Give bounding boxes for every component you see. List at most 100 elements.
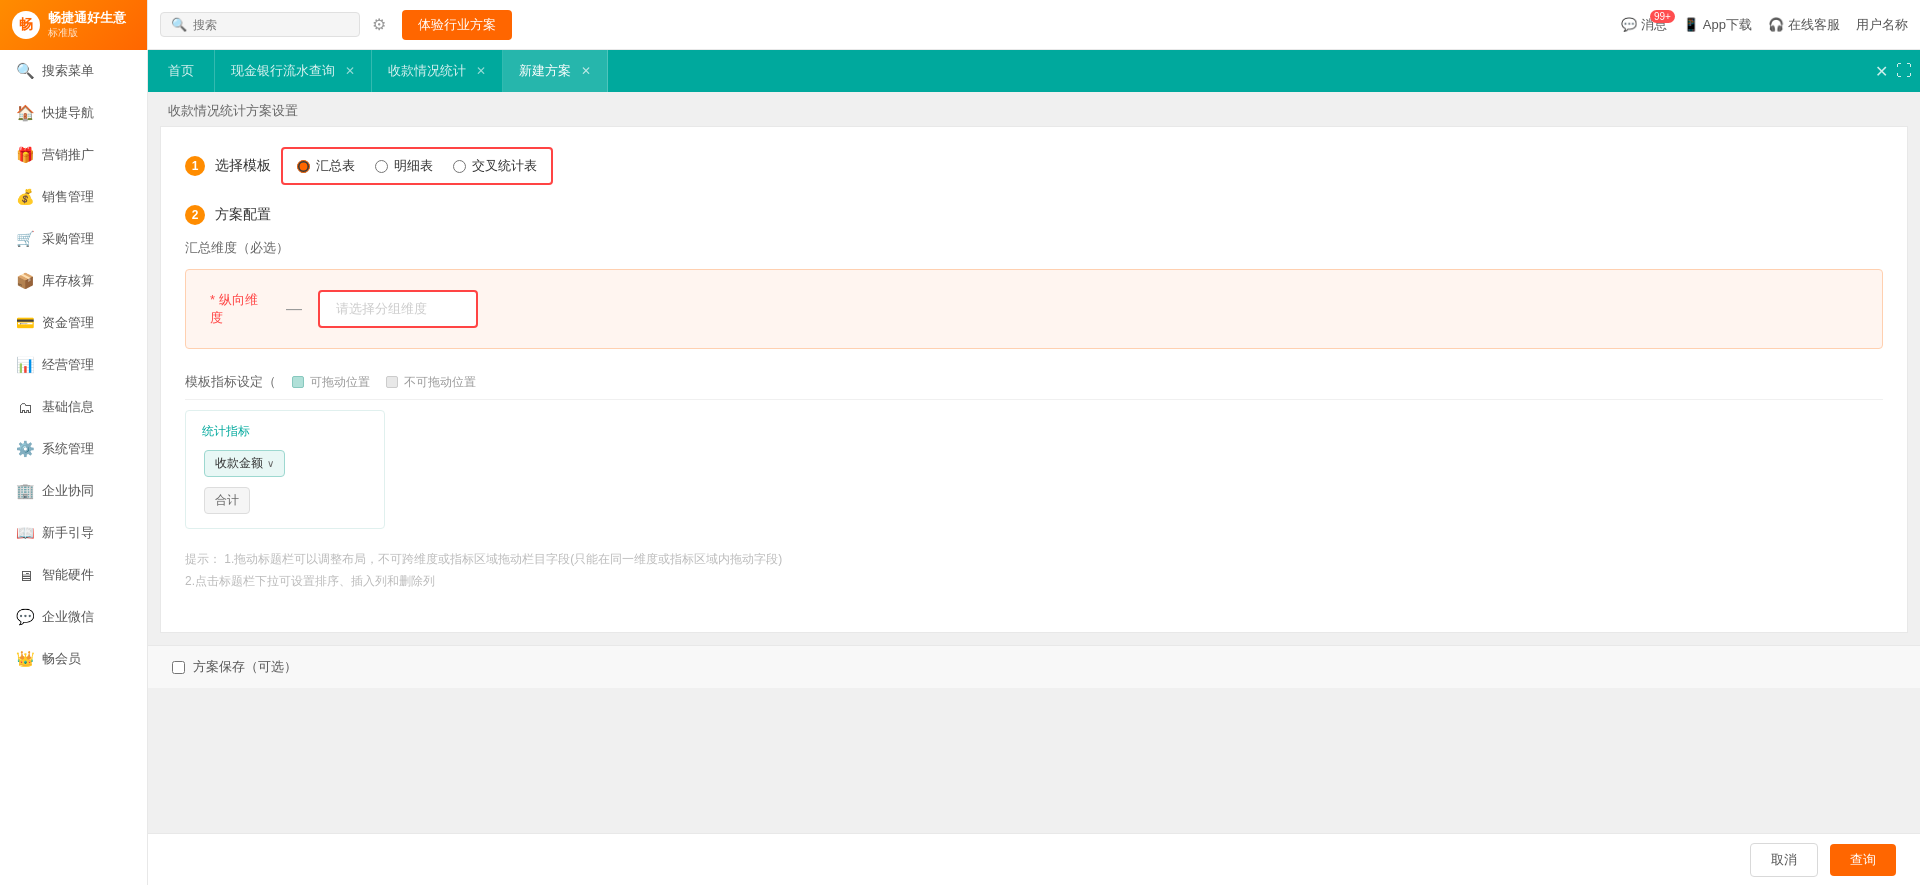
marketing-icon: 🎁 xyxy=(16,146,34,164)
logo-icon: 畅 xyxy=(12,11,40,39)
inventory-icon: 📦 xyxy=(16,272,34,290)
finance-icon: 💳 xyxy=(16,314,34,332)
app-download-button[interactable]: 📱 App下载 xyxy=(1683,16,1752,34)
search-icon: 🔍 xyxy=(171,17,187,32)
tab-collection-stats-close[interactable]: ✕ xyxy=(476,64,486,78)
save-checkbox[interactable] xyxy=(172,661,185,674)
legend-draggable-label: 可拖动位置 xyxy=(310,374,370,391)
step1-header: 1 选择模板 汇总表 明细表 交叉统计表 xyxy=(185,147,1883,185)
close-tab-action[interactable]: ✕ xyxy=(1875,62,1888,81)
vertical-dim-label: * 纵向维度 xyxy=(210,291,270,327)
app-icon: 📱 xyxy=(1683,17,1699,32)
radio-detail[interactable]: 明细表 xyxy=(375,157,433,175)
username-display: 用户名称 xyxy=(1856,16,1908,34)
hardware-icon: 🖥 xyxy=(16,567,34,584)
chevron-down-icon: ∨ xyxy=(267,458,274,469)
dimension-arrow: — xyxy=(286,300,302,318)
radio-summary[interactable]: 汇总表 xyxy=(297,157,355,175)
guide-icon: 📖 xyxy=(16,524,34,542)
tab-cash-flow-label: 现金银行流水查询 xyxy=(231,62,335,80)
tab-collection-stats[interactable]: 收款情况统计 ✕ xyxy=(372,50,503,92)
cancel-button[interactable]: 取消 xyxy=(1750,843,1818,877)
online-service-button[interactable]: 🎧 在线客服 xyxy=(1768,16,1840,34)
main-area: 🔍 ⚙ 体验行业方案 💬 消息 99+ 📱 App下载 🎧 在线客服 用户名称 … xyxy=(148,0,1920,885)
tab-new-plan-close[interactable]: ✕ xyxy=(581,64,591,78)
sidebar-item-label-marketing: 营销推广 xyxy=(42,146,94,164)
radio-cross-label: 交叉统计表 xyxy=(472,157,537,175)
tab-new-plan[interactable]: 新建方案 ✕ xyxy=(503,50,608,92)
sidebar-item-member[interactable]: 👑 畅会员 xyxy=(0,638,147,680)
sidebar-item-wechat[interactable]: 💬 企业微信 xyxy=(0,596,147,638)
metrics-subtag-total[interactable]: 合计 xyxy=(204,487,250,514)
tab-cash-flow-close[interactable]: ✕ xyxy=(345,64,355,78)
settings-icon[interactable]: ⚙ xyxy=(372,15,386,34)
radio-cross-input[interactable] xyxy=(453,160,466,173)
dimension-select[interactable]: 请选择分组维度 xyxy=(318,290,478,328)
legend-fixed-label: 不可拖动位置 xyxy=(404,374,476,391)
sidebar-item-label-wechat: 企业微信 xyxy=(42,608,94,626)
notification-button[interactable]: 💬 消息 99+ xyxy=(1621,16,1667,34)
search-icon: 🔍 xyxy=(16,62,34,80)
legend-draggable: 可拖动位置 xyxy=(292,374,370,391)
headset-icon: 🎧 xyxy=(1768,17,1784,32)
sidebar-item-purchase[interactable]: 🛒 采购管理 xyxy=(0,218,147,260)
sidebar-item-marketing[interactable]: 🎁 营销推广 xyxy=(0,134,147,176)
search-box[interactable]: 🔍 xyxy=(160,12,360,37)
radio-summary-label: 汇总表 xyxy=(316,157,355,175)
sidebar-item-label-finance: 资金管理 xyxy=(42,314,94,332)
tab-collection-stats-label: 收款情况统计 xyxy=(388,62,466,80)
sidebar-item-sales[interactable]: 💰 销售管理 xyxy=(0,176,147,218)
dimension-section-label: 汇总维度（必选） xyxy=(185,239,1883,257)
tab-home[interactable]: 首页 xyxy=(148,50,215,92)
metrics-tag-collection-amount[interactable]: 收款金额 ∨ xyxy=(204,450,285,477)
sidebar-item-base[interactable]: 🗂 基础信息 xyxy=(0,386,147,428)
operation-icon: 📊 xyxy=(16,356,34,374)
radio-cross[interactable]: 交叉统计表 xyxy=(453,157,537,175)
sidebar-item-operation[interactable]: 📊 经营管理 xyxy=(0,344,147,386)
enterprise-icon: 🏢 xyxy=(16,482,34,500)
save-label[interactable]: 方案保存（可选） xyxy=(193,658,297,676)
tab-home-label: 首页 xyxy=(168,62,194,80)
dimension-row: * 纵向维度 — 请选择分组维度 xyxy=(210,290,1858,328)
sidebar-item-label-quick-nav: 快捷导航 xyxy=(42,104,94,122)
metrics-section-label: 统计指标 xyxy=(202,423,368,440)
sidebar-item-enterprise[interactable]: 🏢 企业协同 xyxy=(0,470,147,512)
metrics-section: 模板指标设定（ 可拖动位置 不可拖动位置 xyxy=(185,365,1883,529)
system-icon: ⚙️ xyxy=(16,440,34,458)
trial-button[interactable]: 体验行业方案 xyxy=(402,10,512,40)
notification-badge: 99+ xyxy=(1650,10,1675,23)
metrics-tag-label: 收款金额 xyxy=(215,455,263,472)
sidebar-item-guide[interactable]: 📖 新手引导 xyxy=(0,512,147,554)
expand-tab-action[interactable]: ⛶ xyxy=(1896,62,1912,80)
step1-section: 1 选择模板 汇总表 明细表 交叉统计表 xyxy=(185,147,1883,185)
metrics-header: 模板指标设定（ 可拖动位置 不可拖动位置 xyxy=(185,365,1883,400)
legend-draggable-dot xyxy=(292,376,304,388)
sidebar-item-system[interactable]: ⚙️ 系统管理 xyxy=(0,428,147,470)
tab-cash-flow[interactable]: 现金银行流水查询 ✕ xyxy=(215,50,372,92)
page-header: 收款情况统计方案设置 xyxy=(148,92,1920,126)
sidebar-item-inventory[interactable]: 📦 库存核算 xyxy=(0,260,147,302)
radio-summary-input[interactable] xyxy=(297,160,310,173)
step2-num: 2 xyxy=(185,205,205,225)
radio-detail-input[interactable] xyxy=(375,160,388,173)
quick-nav-icon: 🏠 xyxy=(16,104,34,122)
topbar-right: 💬 消息 99+ 📱 App下载 🎧 在线客服 用户名称 xyxy=(1621,16,1908,34)
logo-text: 畅捷通好生意 标准版 xyxy=(48,10,126,40)
sidebar-item-hardware[interactable]: 🖥 智能硬件 xyxy=(0,554,147,596)
sidebar-item-label-operation: 经营管理 xyxy=(42,356,94,374)
radio-detail-label: 明细表 xyxy=(394,157,433,175)
sidebar-item-label-member: 畅会员 xyxy=(42,650,81,668)
tips-section: 提示： 1.拖动标题栏可以调整布局，不可跨维度或指标区域拖动栏目字段(只能在同一… xyxy=(185,549,1883,592)
topbar: 🔍 ⚙ 体验行业方案 💬 消息 99+ 📱 App下载 🎧 在线客服 用户名称 xyxy=(148,0,1920,50)
step1-num: 1 xyxy=(185,156,205,176)
sidebar-item-search[interactable]: 🔍 搜索菜单 xyxy=(0,50,147,92)
template-selector: 汇总表 明细表 交叉统计表 xyxy=(281,147,553,185)
sidebar-item-quick-nav[interactable]: 🏠 快捷导航 xyxy=(0,92,147,134)
tab-bar: 首页 现金银行流水查询 ✕ 收款情况统计 ✕ 新建方案 ✕ ✕ ⛶ xyxy=(148,50,1920,92)
metrics-legend: 可拖动位置 不可拖动位置 xyxy=(292,374,476,391)
sidebar-item-finance[interactable]: 💳 资金管理 xyxy=(0,302,147,344)
query-button[interactable]: 查询 xyxy=(1830,844,1896,876)
search-input[interactable] xyxy=(193,18,333,32)
legend-fixed: 不可拖动位置 xyxy=(386,374,476,391)
content-area: 收款情况统计方案设置 1 选择模板 汇总表 明细表 xyxy=(148,92,1920,833)
